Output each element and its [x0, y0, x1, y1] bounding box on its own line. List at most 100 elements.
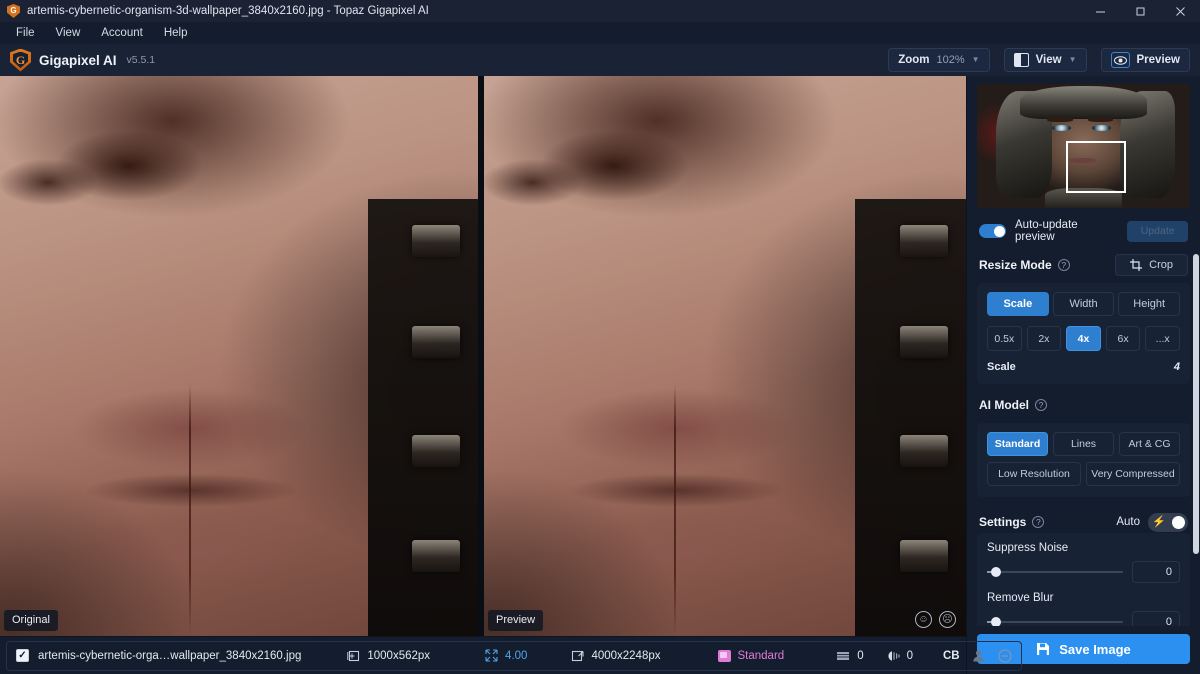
viewport-crop-rectangle[interactable] — [1066, 141, 1126, 193]
resize-mode-segments: Scale Width Height — [987, 292, 1180, 316]
menu-item-account[interactable]: Account — [93, 24, 156, 43]
resize-mode-width[interactable]: Width — [1053, 292, 1115, 316]
eye-left — [1052, 125, 1071, 131]
status-color-badge: CB — [943, 650, 960, 662]
header-tools: Zoom 102% ▼ View ▼ Preview — [888, 48, 1190, 72]
help-icon[interactable]: ? — [1058, 259, 1070, 271]
remove-blur-row: 0 — [987, 611, 1180, 626]
thumbnail-preview[interactable] — [967, 76, 1200, 208]
help-icon[interactable]: ? — [1035, 399, 1047, 411]
settings-auto-toggle[interactable]: ⚡ — [1148, 513, 1188, 532]
ai-model-lines[interactable]: Lines — [1053, 432, 1114, 456]
status-face-recovery — [972, 649, 985, 662]
file-checkbox[interactable]: ✓ — [16, 649, 29, 662]
ai-model-low-resolution[interactable]: Low Resolution — [987, 462, 1081, 486]
status-scale: 4.00 — [485, 649, 527, 662]
chevron-down-icon: ▼ — [1069, 56, 1077, 64]
original-label: Original — [4, 610, 58, 631]
menu-item-view[interactable]: View — [48, 24, 94, 43]
thumbnail-image — [977, 84, 1190, 208]
suppress-noise-label: Suppress Noise — [987, 542, 1180, 554]
suppress-noise-slider[interactable] — [987, 571, 1123, 573]
status-scale-value: 4.00 — [505, 650, 527, 662]
status-noise-value: 0 — [857, 650, 863, 662]
happy-face-icon[interactable]: ☺ — [915, 611, 932, 628]
preview-label: Preview — [488, 610, 543, 631]
gigapixel-app-window: G artemis-cybernetic-organism-3d-wallpap… — [0, 0, 1200, 674]
scale-chip-6x[interactable]: 6x — [1106, 326, 1141, 351]
minus-circle-icon — [998, 649, 1012, 663]
ai-model-standard[interactable]: Standard — [987, 432, 1048, 456]
sad-face-icon[interactable]: ☹ — [939, 611, 956, 628]
auto-update-toggle[interactable] — [979, 224, 1006, 238]
resize-mode-title: Resize Mode — [979, 258, 1052, 272]
settings-auto-label: Auto — [1116, 516, 1140, 528]
status-output-size: 4000x2248px — [571, 650, 660, 662]
save-image-label: Save Image — [1059, 642, 1131, 657]
ai-model-header: AI Model ? — [967, 394, 1200, 416]
app-logo-icon: G — [7, 4, 20, 18]
remove-blur-slider[interactable] — [987, 621, 1123, 623]
menu-bar: File View Account Help — [0, 22, 1200, 44]
ai-model-row-1: Standard Lines Art & CG — [987, 432, 1180, 456]
original-pane[interactable]: Original — [0, 76, 478, 636]
update-button[interactable]: Update — [1127, 221, 1188, 242]
scale-chip-0.5x[interactable]: 0.5x — [987, 326, 1022, 351]
image-out-icon — [571, 650, 584, 662]
zoom-value: 102% — [937, 54, 965, 66]
status-minus[interactable] — [998, 649, 1012, 663]
minimize-icon[interactable] — [1080, 0, 1120, 22]
close-icon[interactable] — [1160, 0, 1200, 22]
sidebar-scrollbar[interactable] — [1193, 254, 1199, 554]
scale-chip-4x[interactable]: 4x — [1066, 326, 1101, 351]
window-controls — [1080, 0, 1200, 22]
remove-blur-block: Remove Blur 0 — [987, 592, 1180, 626]
ai-model-panel: Standard Lines Art & CG Low Resolution V… — [977, 423, 1190, 497]
scale-chip-custom[interactable]: ...x — [1145, 326, 1180, 351]
suppress-noise-row: 0 — [987, 561, 1180, 583]
crop-button[interactable]: Crop — [1115, 254, 1188, 276]
brow-left — [1047, 117, 1073, 121]
app-logo-letter: G — [10, 7, 16, 15]
settings-panel: Suppress Noise 0 Remove Blur 0 — [977, 533, 1190, 626]
preview-pane[interactable]: Preview ☺ ☹ — [484, 76, 966, 636]
app-header: G Gigapixel AI v5.5.1 Zoom 102% ▼ View ▼… — [0, 44, 1200, 76]
scale-chip-2x[interactable]: 2x — [1027, 326, 1062, 351]
resize-mode-height[interactable]: Height — [1118, 292, 1180, 316]
chevron-down-icon: ▼ — [972, 56, 980, 64]
scale-row-label: Scale — [987, 361, 1016, 373]
menu-item-file[interactable]: File — [8, 24, 48, 43]
remove-blur-label: Remove Blur — [987, 592, 1180, 604]
zoom-label: Zoom — [898, 54, 929, 66]
scale-chip-row: 0.5x 2x 4x 6x ...x — [987, 326, 1180, 351]
resize-mode-header: Resize Mode ? Crop — [967, 254, 1200, 276]
app-version: v5.5.1 — [127, 54, 156, 66]
ai-model-very-compressed[interactable]: Very Compressed — [1086, 462, 1180, 486]
status-model: Standard — [718, 650, 785, 662]
original-mech-detail — [368, 199, 478, 636]
preview-control[interactable]: Preview — [1101, 48, 1190, 72]
maximize-icon[interactable] — [1120, 0, 1160, 22]
remove-blur-value[interactable]: 0 — [1132, 611, 1180, 626]
crop-label: Crop — [1149, 259, 1173, 271]
window-title-bar: G artemis-cybernetic-organism-3d-wallpap… — [0, 0, 1200, 22]
helmet-top — [1020, 86, 1148, 118]
resize-mode-scale[interactable]: Scale — [987, 292, 1049, 316]
menu-item-help[interactable]: Help — [156, 24, 201, 43]
suppress-noise-value[interactable]: 0 — [1132, 561, 1180, 583]
view-control[interactable]: View ▼ — [1004, 48, 1087, 72]
ai-model-art-cg[interactable]: Art & CG — [1119, 432, 1180, 456]
ai-model-row-2: Low Resolution Very Compressed — [987, 462, 1180, 486]
preview-label: Preview — [1137, 54, 1180, 66]
brand: G Gigapixel AI v5.5.1 — [10, 49, 155, 72]
help-icon[interactable]: ? — [1032, 516, 1044, 528]
zoom-control[interactable]: Zoom 102% ▼ — [888, 48, 989, 72]
status-bar: ✓ artemis-cybernetic-orga…wallpaper_3840… — [0, 636, 966, 674]
model-icon — [718, 650, 731, 662]
scale-row-value: 4 — [1174, 361, 1180, 373]
face-recovery-icon — [972, 649, 985, 662]
image-compare-stage[interactable]: Original Preview ☺ ☹ — [0, 76, 966, 636]
suppress-noise-block: Suppress Noise 0 — [987, 542, 1180, 583]
scale-value-row: Scale 4 — [987, 361, 1180, 373]
feedback-icons: ☺ ☹ — [915, 611, 956, 628]
